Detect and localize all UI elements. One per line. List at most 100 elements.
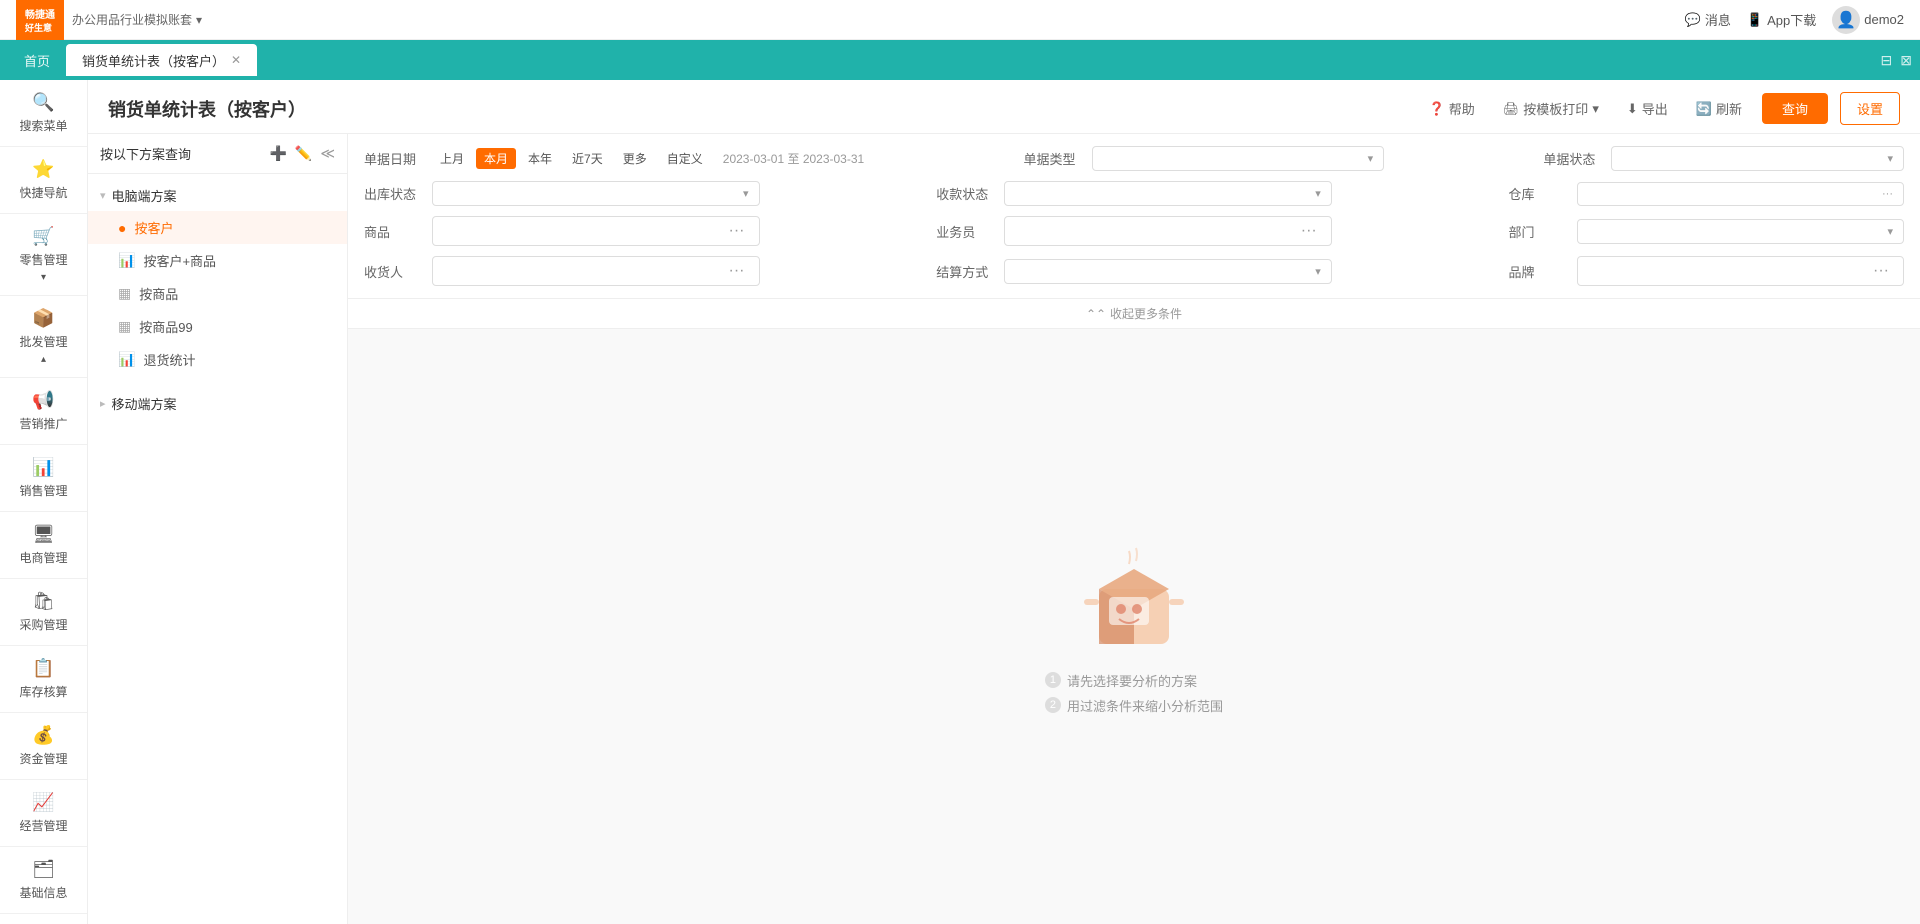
message-button[interactable]: 💬 消息	[1685, 10, 1731, 29]
empty-illustration	[1074, 539, 1194, 659]
date-tab-last7[interactable]: 近7天	[564, 148, 611, 169]
collapse-panel-icon[interactable]: ≪	[320, 145, 335, 162]
tab-home[interactable]: 首页	[8, 44, 66, 76]
query-button[interactable]: 查询	[1762, 93, 1828, 124]
left-panel-title: 按以下方案查询	[100, 144, 191, 163]
sidebar-item-sales[interactable]: 📊 销售管理	[0, 445, 87, 512]
goods-select[interactable]: ···	[432, 216, 760, 246]
sidebar-item-search[interactable]: 🔍 搜索菜单	[0, 80, 87, 147]
sidebar-item-ecommerce[interactable]: 🖥 电商管理	[0, 512, 87, 579]
order-status-arrow-icon: ▾	[1887, 152, 1893, 165]
right-panel: 单据日期 上月 本月 本年 近7天 更多 自定义 2023-03-01 至 20…	[348, 134, 1920, 924]
tip-num-2: 2	[1045, 697, 1061, 713]
scheme-label-by-customer: 按客户	[134, 218, 173, 237]
scheme-item-return-stats[interactable]: 📊 退货统计	[88, 343, 347, 376]
warehouse-dots-icon: ···	[1882, 188, 1893, 200]
collapse-up-icon: ⌃⌃	[1086, 307, 1106, 321]
date-tab-this-month[interactable]: 本月	[476, 148, 516, 169]
consignee-select[interactable]: ···	[432, 256, 760, 286]
sidebar: 🔍 搜索菜单 ⭐ 快捷导航 🛒 零售管理 ▾ 📦 批发管理 ▴ 📢 营销推广 📊…	[0, 80, 88, 924]
sidebar-label-wholesale: 批发管理	[19, 333, 67, 350]
template-print-button[interactable]: 🖨 按模板打印 ▾	[1495, 95, 1607, 122]
export-icon: ⬇	[1627, 101, 1638, 117]
maximize-icon[interactable]: ⊠	[1900, 52, 1912, 69]
collapse-row: ⌃⌃ 收起更多条件	[348, 299, 1920, 329]
department-select[interactable]: ▾	[1577, 219, 1905, 244]
date-tab-this-year[interactable]: 本年	[520, 148, 560, 169]
operation-icon: 📈	[32, 792, 54, 813]
date-tab-more[interactable]: 更多	[615, 148, 655, 169]
settings-label: 设置	[1857, 102, 1883, 117]
payment-status-select[interactable]: ▾	[1004, 181, 1332, 206]
sidebar-item-quick[interactable]: ⭐ 快捷导航	[0, 147, 87, 214]
expand-pc-icon: ▾	[100, 189, 106, 202]
close-tab-icon[interactable]: ✕	[231, 53, 241, 67]
tab-report[interactable]: 销货单统计表（按客户） ✕	[66, 44, 257, 76]
add-scheme-icon[interactable]: ➕	[269, 145, 286, 162]
empty-tip-2: 2 用过滤条件来缩小分析范围	[1045, 696, 1223, 715]
scheme-item-by-customer[interactable]: ● 按客户	[88, 211, 347, 244]
inventory-icon: 📋	[32, 658, 54, 679]
sidebar-label-inventory: 库存核算	[19, 683, 67, 700]
help-button[interactable]: ❓ 帮助	[1421, 95, 1483, 122]
goods-filter-label: 商品	[364, 222, 420, 241]
collapse-button[interactable]: ⌃⌃ 收起更多条件	[1080, 299, 1188, 328]
brand-select[interactable]: ···	[1577, 256, 1905, 286]
order-type-select[interactable]: ▾	[1092, 146, 1385, 171]
left-panel-actions: ➕ ✏️ ≪	[269, 145, 335, 162]
salesperson-select[interactable]: ···	[1004, 216, 1332, 246]
sidebar-item-purchase[interactable]: 🛍 采购管理	[0, 579, 87, 646]
refresh-button[interactable]: 🔄 刷新	[1688, 95, 1750, 122]
goods-dots-icon: ···	[725, 222, 749, 240]
date-tab-prev-month[interactable]: 上月	[432, 148, 472, 169]
sidebar-item-retail[interactable]: 🛒 零售管理 ▾	[0, 214, 87, 296]
scheme-item-by-customer-goods[interactable]: 📊 按客户+商品	[88, 244, 347, 277]
user-info[interactable]: 👤 demo2	[1832, 6, 1904, 34]
goods-icon: ▦	[118, 285, 131, 302]
scheme-group-mobile[interactable]: ▸ 移动端方案	[88, 388, 347, 419]
refresh-label: 刷新	[1716, 99, 1742, 118]
tip-text-2: 用过滤条件来缩小分析范围	[1067, 696, 1223, 715]
minimize-icon[interactable]: ⊟	[1881, 52, 1893, 69]
customer-icon: ●	[118, 220, 126, 236]
sidebar-item-wholesale[interactable]: 📦 批发管理 ▴	[0, 296, 87, 378]
sidebar-label-basic: 基础信息	[19, 884, 67, 901]
tip-text-1: 请先选择要分析的方案	[1067, 671, 1197, 690]
date-tab-custom[interactable]: 自定义	[659, 148, 711, 169]
out-status-label: 出库状态	[364, 184, 420, 203]
out-status-select[interactable]: ▾	[432, 181, 760, 206]
sidebar-item-basic[interactable]: 🗂 基础信息	[0, 847, 87, 914]
order-type-arrow-icon: ▾	[1368, 152, 1374, 165]
export-button[interactable]: ⬇ 导出	[1619, 95, 1676, 122]
left-panel: 按以下方案查询 ➕ ✏️ ≪ ▾ 电脑端方案 ● 按客户	[88, 134, 348, 924]
app-download-button[interactable]: 📱 App下载	[1747, 10, 1816, 29]
order-status-select[interactable]: ▾	[1611, 146, 1904, 171]
scheme-item-by-goods[interactable]: ▦ 按商品	[88, 277, 347, 310]
app-title[interactable]: 办公用品行业模拟账套 ▾	[72, 11, 202, 28]
sidebar-item-system[interactable]: ⚙️ 系统管理	[0, 914, 87, 924]
scheme-item-by-goods99[interactable]: ▦ 按商品99	[88, 310, 347, 343]
collapse-label: 收起更多条件	[1110, 305, 1182, 322]
logo: 畅捷通好生意	[16, 0, 64, 40]
print-icon: 🖨	[1503, 101, 1520, 117]
sidebar-item-inventory[interactable]: 📋 库存核算	[0, 646, 87, 713]
sidebar-item-marketing[interactable]: 📢 营销推广	[0, 378, 87, 445]
settlement-select[interactable]: ▾	[1004, 259, 1332, 284]
edit-scheme-icon[interactable]: ✏️	[295, 145, 312, 162]
quick-icon: ⭐	[32, 159, 54, 180]
consignee-label: 收货人	[364, 262, 420, 281]
filter-row-2: 出库状态 ▾ 收款状态 ▾ 仓库	[364, 181, 1904, 206]
page-header: 销货单统计表（按客户） ❓ 帮助 🖨 按模板打印 ▾ ⬇ 导出 🔄 刷新	[88, 80, 1920, 134]
date-tabs: 上月 本月 本年 近7天 更多 自定义 2023-03-01 至 2023-03…	[432, 148, 864, 169]
scheme-group-pc[interactable]: ▾ 电脑端方案	[88, 180, 347, 211]
sidebar-item-finance[interactable]: 💰 资金管理	[0, 713, 87, 780]
sales-icon: 📊	[32, 457, 54, 478]
order-status-label: 单据状态	[1543, 149, 1599, 168]
warehouse-select[interactable]: ···	[1577, 182, 1905, 206]
left-panel-header: 按以下方案查询 ➕ ✏️ ≪	[88, 134, 347, 174]
basic-icon: 🗂	[32, 859, 55, 880]
order-type-label: 单据类型	[1024, 149, 1080, 168]
sidebar-item-operation[interactable]: 📈 经营管理	[0, 780, 87, 847]
username-label: demo2	[1864, 12, 1904, 27]
settings-button[interactable]: 设置	[1840, 92, 1900, 125]
